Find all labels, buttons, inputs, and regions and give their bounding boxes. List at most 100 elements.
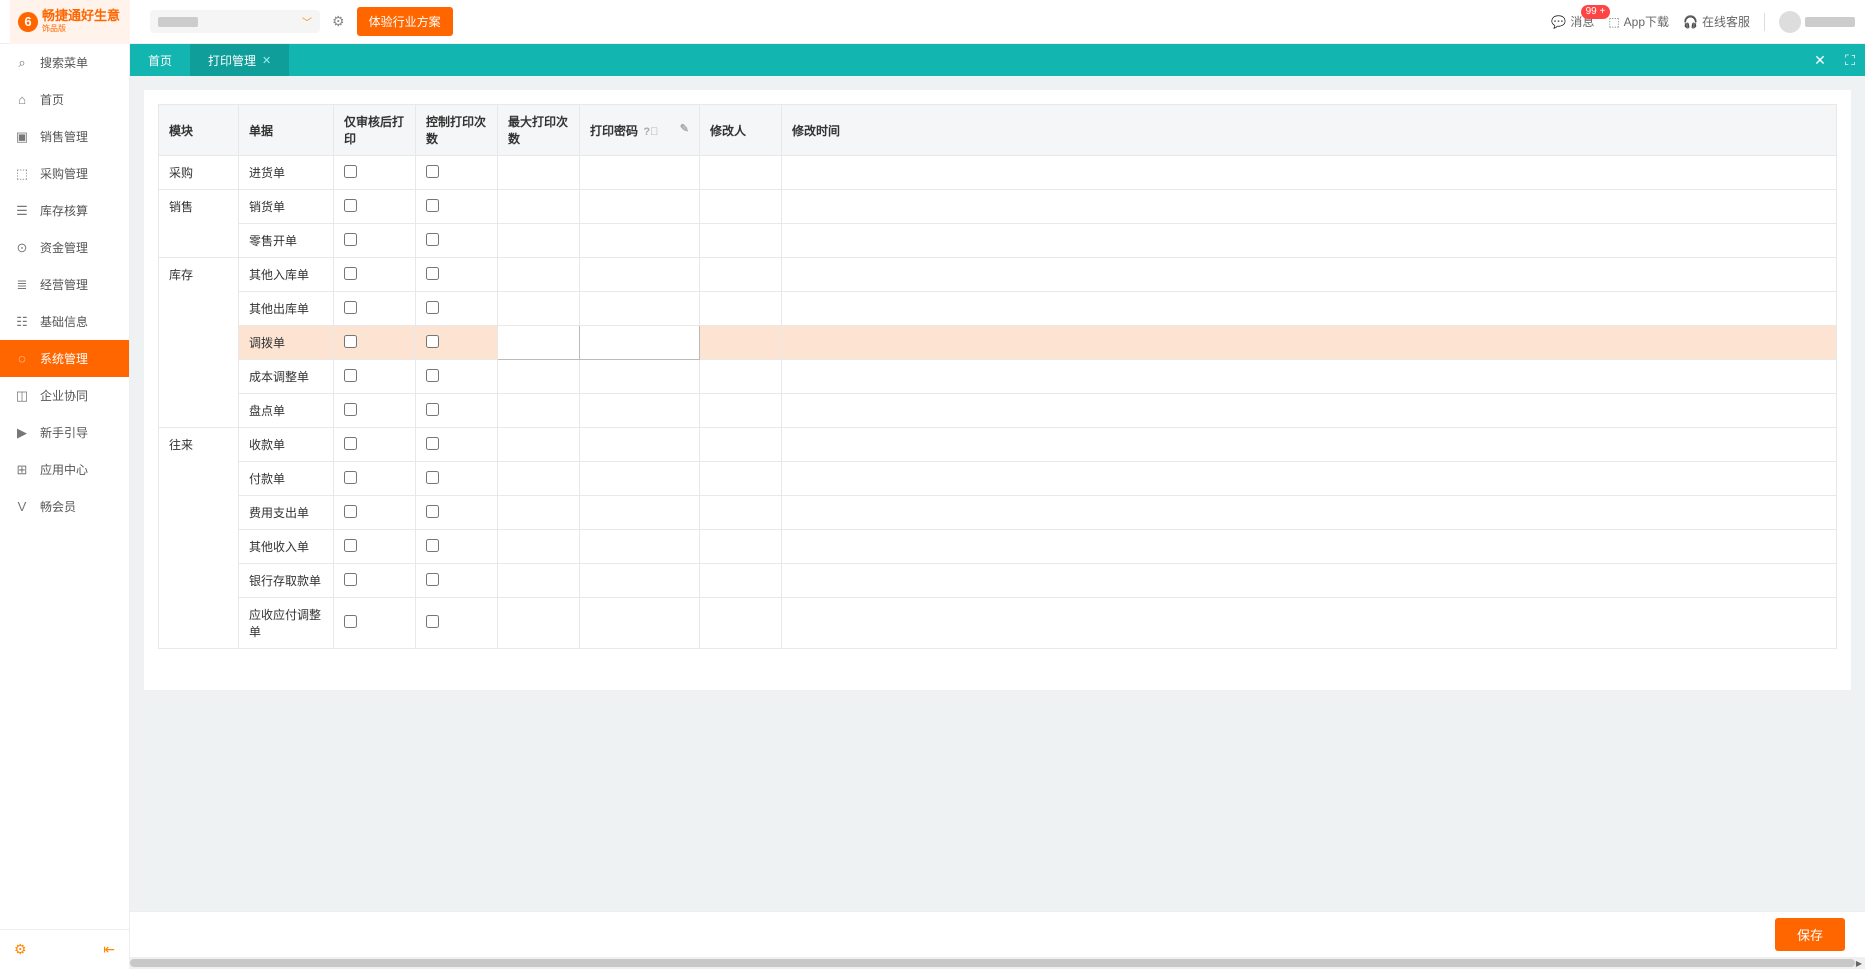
limit-count-checkbox[interactable] [426,301,439,314]
sidebar-item-2[interactable]: ▣销售管理 [0,118,129,155]
modified-at-cell [782,598,1837,649]
org-selector[interactable]: ﹀ [150,10,320,33]
col-password: 打印密码 ?⃝ ✎ [580,105,700,156]
nav-icon: ◌ [14,351,30,366]
audit-only-checkbox[interactable] [344,471,357,484]
save-button[interactable]: 保存 [1775,918,1845,951]
limit-count-checkbox[interactable] [426,573,439,586]
help-icon[interactable]: ?⃝ [643,126,658,138]
table-row: 应收应付调整单 [159,598,1837,649]
tab-1[interactable]: 打印管理✕ [190,44,289,76]
limit-count-checkbox[interactable] [426,335,439,348]
close-icon[interactable]: ✕ [262,54,271,67]
limit-count-cell [416,292,498,326]
sidebar-item-10[interactable]: ▶新手引导 [0,414,129,451]
nav-icon: ⌕ [14,55,30,71]
limit-count-checkbox[interactable] [426,369,439,382]
sidebar-item-1[interactable]: ⌂首页 [0,81,129,118]
max-count-cell [498,190,580,224]
limit-count-cell [416,190,498,224]
sidebar-item-6[interactable]: ≣经营管理 [0,266,129,303]
bill-cell: 其他收入单 [239,530,334,564]
audit-only-checkbox[interactable] [344,199,357,212]
password-cell[interactable] [580,326,700,360]
modified-at-cell [782,156,1837,190]
limit-count-checkbox[interactable] [426,403,439,416]
experience-plan-button[interactable]: 体验行业方案 [357,7,453,36]
audit-only-checkbox[interactable] [344,615,357,628]
limit-count-checkbox[interactable] [426,233,439,246]
password-cell [580,360,700,394]
sidebar-item-8[interactable]: ◌ 系统管理 [0,340,129,377]
sidebar-item-11[interactable]: ⊞应用中心 [0,451,129,488]
table-row: 销售销货单 [159,190,1837,224]
audit-only-checkbox[interactable] [344,573,357,586]
max-count-cell [498,292,580,326]
fullscreen-icon[interactable]: ⛶ [1835,52,1865,69]
audit-only-checkbox[interactable] [344,165,357,178]
limit-count-checkbox[interactable] [426,199,439,212]
audit-only-checkbox[interactable] [344,505,357,518]
audit-only-checkbox[interactable] [344,369,357,382]
chevron-down-icon: ﹀ [302,14,312,29]
max-count-cell [498,462,580,496]
modifier-cell [700,156,782,190]
tab-0[interactable]: 首页 [130,44,190,76]
edit-icon[interactable]: ✎ [680,122,689,135]
max-count-cell[interactable] [498,326,580,360]
settings-icon[interactable]: ⚙ [14,941,27,958]
modified-at-cell [782,462,1837,496]
modified-at-cell [782,530,1837,564]
audit-only-checkbox[interactable] [344,539,357,552]
audit-only-checkbox[interactable] [344,403,357,416]
limit-count-checkbox[interactable] [426,539,439,552]
audit-only-cell [334,258,416,292]
col-module: 模块 [159,105,239,156]
limit-count-checkbox[interactable] [426,505,439,518]
gear-icon[interactable]: ⚙ [332,13,345,30]
sidebar-item-7[interactable]: ☷基础信息 [0,303,129,340]
sidebar-item-4[interactable]: ☰库存核算 [0,192,129,229]
sidebar-item-12[interactable]: V畅会员 [0,488,129,525]
message-badge: 99 + [1581,5,1611,19]
limit-count-checkbox[interactable] [426,615,439,628]
max-count-cell [498,258,580,292]
audit-only-checkbox[interactable] [344,301,357,314]
sidebar-item-label: 系统管理 [40,350,88,367]
audit-only-cell [334,598,416,649]
table-row: 付款单 [159,462,1837,496]
module-cell: 采购 [159,156,239,190]
nav-icon: V [14,499,30,514]
close-all-tabs-icon[interactable]: ✕ [1805,52,1835,69]
bill-cell: 收款单 [239,428,334,462]
limit-count-checkbox[interactable] [426,267,439,280]
sidebar-item-9[interactable]: ◫企业协同 [0,377,129,414]
collapse-icon[interactable]: ⇤ [103,941,115,958]
sidebar-item-0[interactable]: ⌕搜索菜单 [0,44,129,81]
message-button[interactable]: 💬 消息 99 + [1551,13,1594,30]
scrollbar-right-arrow[interactable]: ▶ [1853,957,1865,969]
module-cell: 往来 [159,428,239,649]
sidebar-item-3[interactable]: ⬚采购管理 [0,155,129,192]
modifier-cell [700,224,782,258]
scrollbar-thumb[interactable] [130,959,1855,967]
max-count-cell [498,564,580,598]
nav-icon: ⌂ [14,92,30,107]
sidebar-item-5[interactable]: ⊙资金管理 [0,229,129,266]
horizontal-scrollbar[interactable]: ▶ [130,957,1865,969]
online-service-button[interactable]: 🎧 在线客服 [1683,13,1750,30]
user-menu[interactable] [1779,11,1855,33]
audit-only-checkbox[interactable] [344,233,357,246]
col-bill: 单据 [239,105,334,156]
nav-icon: ☷ [14,314,30,330]
password-cell [580,428,700,462]
audit-only-checkbox[interactable] [344,437,357,450]
limit-count-checkbox[interactable] [426,471,439,484]
audit-only-checkbox[interactable] [344,335,357,348]
sidebar-item-label: 经营管理 [40,276,88,293]
limit-count-checkbox[interactable] [426,437,439,450]
app-download-button[interactable]: ⬚ App下载 [1608,13,1669,30]
audit-only-checkbox[interactable] [344,267,357,280]
limit-count-checkbox[interactable] [426,165,439,178]
bill-cell: 银行存取款单 [239,564,334,598]
